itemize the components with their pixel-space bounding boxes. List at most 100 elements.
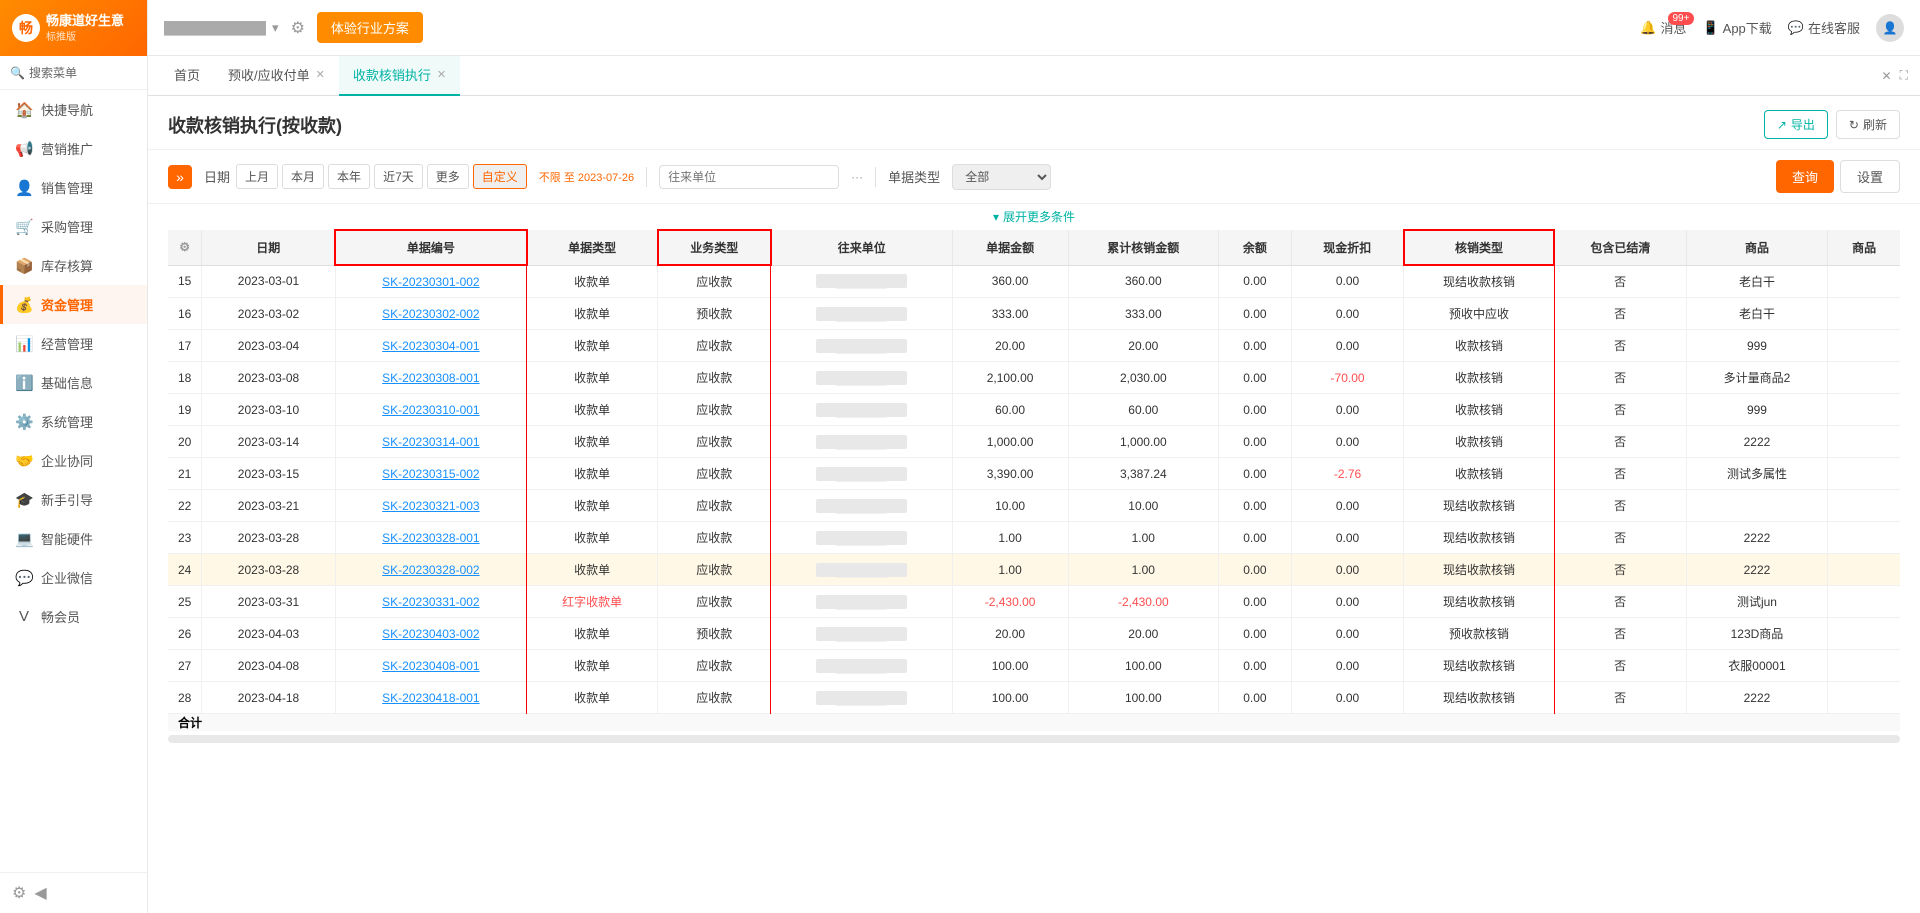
export-icon: ↗ xyxy=(1777,118,1787,132)
tab-prepay[interactable]: 预收/应收付单 ✕ xyxy=(214,56,339,96)
cell-goods2 xyxy=(1828,298,1900,330)
cell-goods2 xyxy=(1828,554,1900,586)
cell-goods2 xyxy=(1828,682,1900,714)
table-row: 23 2023-03-28 SK-20230328-001 收款单 应收款 ██… xyxy=(168,522,1900,554)
sidebar-item-hardware[interactable]: 💻 智能硬件 xyxy=(0,519,147,558)
cell-bill-no[interactable]: SK-20230328-002 xyxy=(335,554,527,586)
tab-prepay-close-icon[interactable]: ✕ xyxy=(316,68,325,81)
cell-goods1: 123D商品 xyxy=(1686,618,1828,650)
sidebar-item-marketing[interactable]: 📢 营销推广 xyxy=(0,129,147,168)
sidebar-item-label: 快捷导航 xyxy=(41,100,93,119)
filter-date-7days[interactable]: 近7天 xyxy=(374,164,423,189)
sidebar-logo: 畅 畅康道好生意 标推版 xyxy=(0,0,147,56)
cell-date: 2023-03-04 xyxy=(202,330,335,362)
filter-date-this-month[interactable]: 本月 xyxy=(282,164,324,189)
cell-goods1: 衣服00001 xyxy=(1686,650,1828,682)
filter-date-more[interactable]: 更多 xyxy=(427,164,469,189)
col-balance: 余额 xyxy=(1219,230,1292,265)
settings-button[interactable]: 设置 xyxy=(1840,160,1900,193)
cell-cancel-type: 现结收款核销 xyxy=(1404,522,1554,554)
table-row: 17 2023-03-04 SK-20230304-001 收款单 应收款 ██… xyxy=(168,330,1900,362)
cell-accum-amount: 1.00 xyxy=(1068,554,1218,586)
cell-accum-amount: -2,430.00 xyxy=(1068,586,1218,618)
sidebar-item-collab[interactable]: 🤝 企业协同 xyxy=(0,441,147,480)
cell-bill-type: 收款单 xyxy=(527,490,658,522)
cell-included: 否 xyxy=(1554,554,1686,586)
marketing-icon: 📢 xyxy=(15,140,33,158)
partner-input[interactable] xyxy=(659,165,839,189)
filter-date-this-year[interactable]: 本年 xyxy=(328,164,370,189)
sidebar-item-basic[interactable]: ℹ️ 基础信息 xyxy=(0,363,147,402)
sales-icon: 👤 xyxy=(15,179,33,197)
online-service-button[interactable]: 💬 在线客服 xyxy=(1788,18,1860,37)
filter-date-last-month[interactable]: 上月 xyxy=(236,164,278,189)
cell-cancel-type: 现结收款核销 xyxy=(1404,554,1554,586)
sidebar-search[interactable]: 🔍 搜索菜单 xyxy=(0,56,147,90)
table-row: 22 2023-03-21 SK-20230321-003 收款单 应收款 ██… xyxy=(168,490,1900,522)
cell-partner: ██████ xyxy=(771,554,952,586)
cell-goods1: 测试多属性 xyxy=(1686,458,1828,490)
cell-bill-no[interactable]: SK-20230304-001 xyxy=(335,330,527,362)
user-avatar[interactable]: 👤 xyxy=(1876,14,1904,42)
cell-cash-discount: 0.00 xyxy=(1291,298,1403,330)
trial-button[interactable]: 体验行业方案 xyxy=(317,12,423,43)
cell-bill-no[interactable]: SK-20230328-001 xyxy=(335,522,527,554)
cell-num: 18 xyxy=(168,362,202,394)
settings-icon[interactable]: ⚙ xyxy=(12,883,26,903)
sidebar-item-capital[interactable]: 💰 资金管理 xyxy=(0,285,147,324)
sidebar-item-operation[interactable]: 📊 经营管理 xyxy=(0,324,147,363)
topbar-dropdown-icon[interactable]: ▾ xyxy=(272,20,279,36)
total-label: 合计 xyxy=(168,714,1900,732)
tab-fullscreen-icon[interactable]: ⛶ xyxy=(1900,68,1908,83)
export-button[interactable]: ↗ 导出 xyxy=(1764,110,1828,139)
table-row: 26 2023-04-03 SK-20230403-002 收款单 预收款 ██… xyxy=(168,618,1900,650)
notification-button[interactable]: 🔔 消息 99+ xyxy=(1640,18,1686,37)
cell-amount: 1.00 xyxy=(952,522,1068,554)
query-button[interactable]: 查询 xyxy=(1776,160,1834,193)
sidebar-item-shortcut[interactable]: 🏠 快捷导航 xyxy=(0,90,147,129)
table-row: 24 2023-03-28 SK-20230328-002 收款单 应收款 ██… xyxy=(168,554,1900,586)
bill-type-select[interactable]: 全部 收款单 红字收款单 xyxy=(952,164,1051,190)
sidebar-item-member[interactable]: V 畅会员 xyxy=(0,597,147,636)
cell-bill-no[interactable]: SK-20230308-001 xyxy=(335,362,527,394)
logo-sub: 标推版 xyxy=(46,28,124,43)
app-download-button[interactable]: 📱 App下载 xyxy=(1702,18,1771,37)
cell-bill-no[interactable]: SK-20230403-002 xyxy=(335,618,527,650)
cell-bill-no[interactable]: SK-20230301-002 xyxy=(335,265,527,298)
sidebar-item-sales[interactable]: 👤 销售管理 xyxy=(0,168,147,207)
cell-biz-type: 应收款 xyxy=(658,554,771,586)
cell-goods1: 2222 xyxy=(1686,682,1828,714)
cell-bill-no[interactable]: SK-20230310-001 xyxy=(335,394,527,426)
tab-receipt[interactable]: 收款核销执行 ✕ xyxy=(339,56,460,96)
table-scroll-bar[interactable] xyxy=(168,735,1900,743)
expand-more-conditions[interactable]: ▾ 展开更多条件 xyxy=(148,204,1920,229)
tab-home[interactable]: 首页 xyxy=(160,56,214,96)
sidebar-item-guide[interactable]: 🎓 新手引导 xyxy=(0,480,147,519)
cell-bill-no[interactable]: SK-20230315-002 xyxy=(335,458,527,490)
filter-expand-button[interactable]: » xyxy=(168,165,192,189)
cell-bill-no[interactable]: SK-20230314-001 xyxy=(335,426,527,458)
sidebar-item-inventory[interactable]: 📦 库存核算 xyxy=(0,246,147,285)
cell-bill-no[interactable]: SK-20230331-002 xyxy=(335,586,527,618)
collapse-icon[interactable]: ◀ xyxy=(34,883,46,903)
filter-more-icon[interactable]: ··· xyxy=(851,170,863,184)
cell-balance: 0.00 xyxy=(1219,650,1292,682)
sidebar-item-purchase[interactable]: 🛒 采购管理 xyxy=(0,207,147,246)
filter-date-custom[interactable]: 自定义 xyxy=(473,164,527,189)
cell-bill-no[interactable]: SK-20230302-002 xyxy=(335,298,527,330)
sidebar-item-wechat[interactable]: 💬 企业微信 xyxy=(0,558,147,597)
cell-cancel-type: 收款核销 xyxy=(1404,394,1554,426)
refresh-button[interactable]: ↻ 刷新 xyxy=(1836,110,1900,139)
sidebar-item-system[interactable]: ⚙️ 系统管理 xyxy=(0,402,147,441)
cell-bill-no[interactable]: SK-20230418-001 xyxy=(335,682,527,714)
tab-close-all-icon[interactable]: ✕ xyxy=(1882,69,1892,83)
cell-num: 19 xyxy=(168,394,202,426)
cell-bill-no[interactable]: SK-20230321-003 xyxy=(335,490,527,522)
topbar-gear-icon[interactable]: ⚙ xyxy=(291,18,305,38)
refresh-icon: ↻ xyxy=(1849,118,1859,132)
table-container: ⚙ 日期 单据编号 单据类型 业务类型 往来单位 单据金额 累计核销金额 余额 … xyxy=(148,229,1920,767)
col-settings-icon[interactable]: ⚙ xyxy=(168,230,202,265)
tab-receipt-close-icon[interactable]: ✕ xyxy=(437,68,446,81)
cell-accum-amount: 100.00 xyxy=(1068,650,1218,682)
cell-bill-no[interactable]: SK-20230408-001 xyxy=(335,650,527,682)
